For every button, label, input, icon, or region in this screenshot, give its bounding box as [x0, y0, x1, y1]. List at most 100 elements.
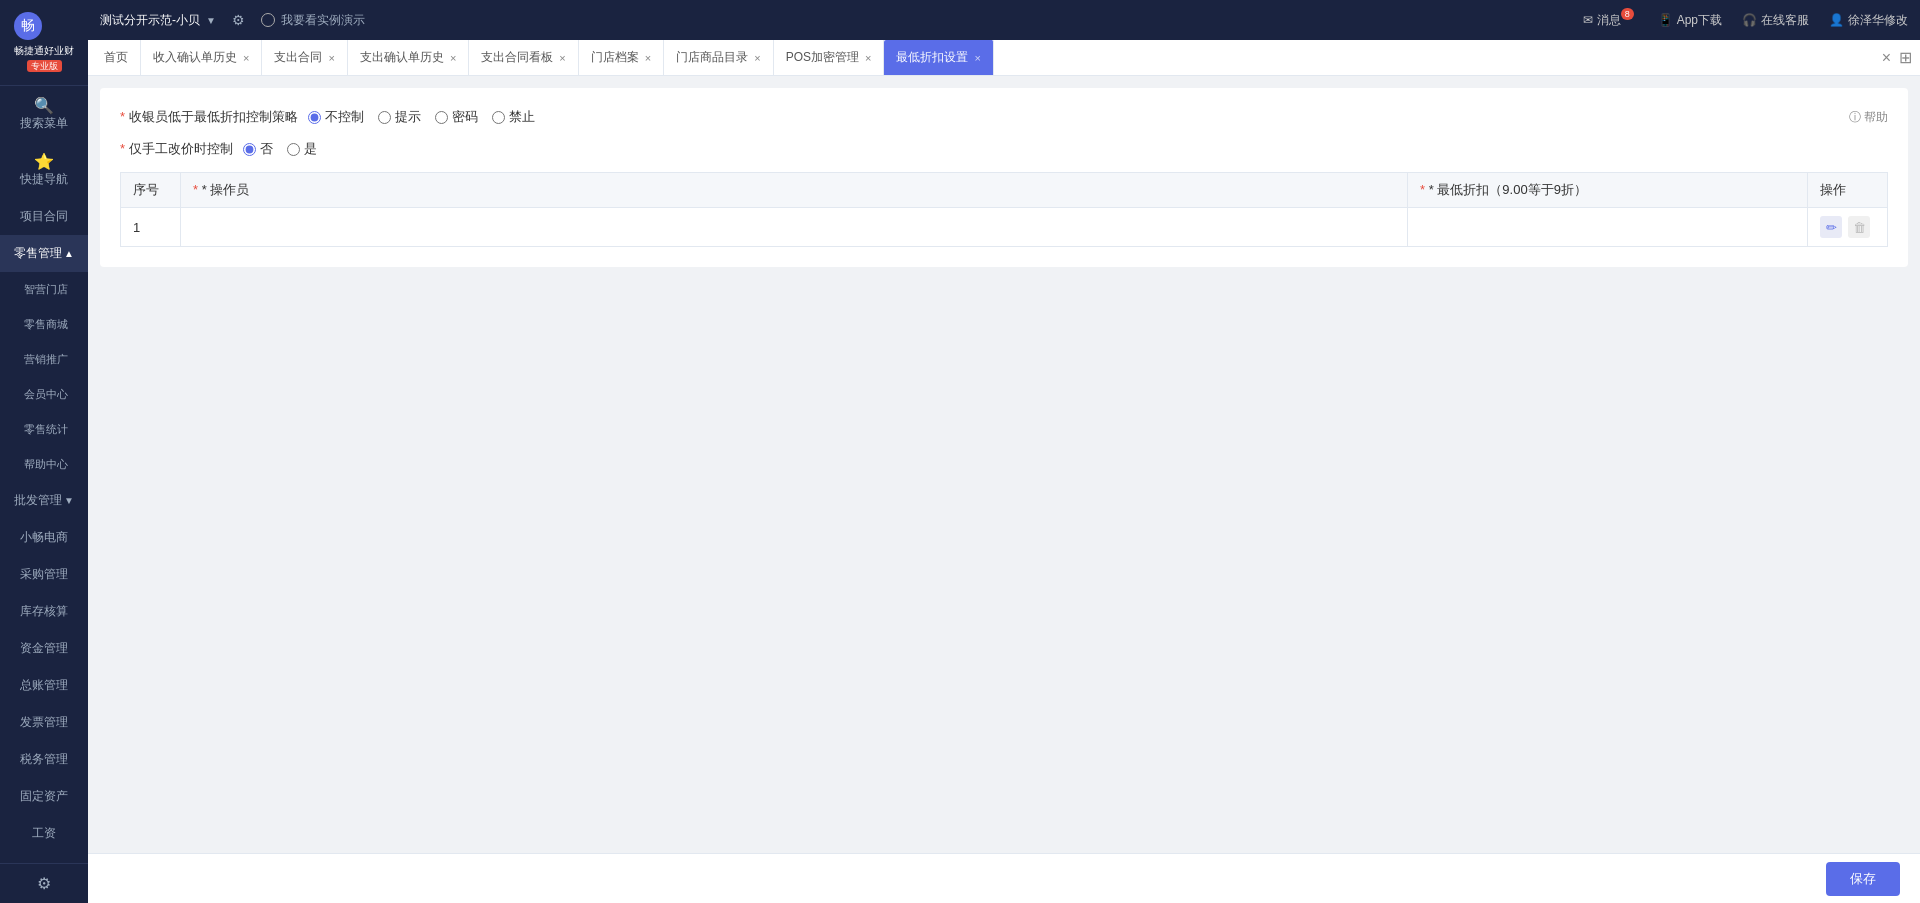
sidebar-settings-btn[interactable]: ⚙ [0, 863, 88, 903]
sidebar-item-project-contract[interactable]: 项目合同 [0, 198, 88, 235]
sidebar-item-purchase[interactable]: 采购管理 [0, 556, 88, 593]
topbar-demo-btn[interactable]: 我要看实例演示 [261, 12, 365, 29]
radio-no-label: 否 [260, 140, 273, 158]
radio-remind-input[interactable] [378, 111, 391, 124]
sidebar-item-retail-stats[interactable]: 零售统计 [0, 412, 88, 447]
delete-icon[interactable]: 🗑 [1848, 216, 1870, 238]
tab-payment-contract-label: 支出合同 [274, 49, 322, 66]
sidebar-item-fixed-assets[interactable]: 固定资产 [0, 778, 88, 815]
row-seq: 1 [121, 208, 181, 247]
radio-remind-label: 提示 [395, 108, 421, 126]
sidebar-item-ledger[interactable]: 总账管理 [0, 667, 88, 704]
radio-no[interactable]: 否 [243, 140, 273, 158]
radio-forbid-label: 禁止 [509, 108, 535, 126]
tab-payment-confirm[interactable]: 支出确认单历史 × [348, 40, 469, 76]
settings-card: 收银员低于最低折扣控制策略 不控制 提示 密码 [100, 88, 1908, 267]
tab-payment-view-close[interactable]: × [559, 52, 565, 64]
control-radio-group: 不控制 提示 密码 禁止 [308, 108, 535, 126]
radio-password[interactable]: 密码 [435, 108, 478, 126]
sidebar-item-search[interactable]: 🔍 搜索菜单 [0, 86, 88, 142]
tab-payment-view-label: 支出合同看板 [481, 49, 553, 66]
sidebar-item-invoice[interactable]: 发票管理 [0, 704, 88, 741]
tab-store-products[interactable]: 门店商品目录 × [664, 40, 773, 76]
tab-payment-view[interactable]: 支出合同看板 × [469, 40, 578, 76]
radio-remind[interactable]: 提示 [378, 108, 421, 126]
sidebar-item-ecommerce[interactable]: 小畅电商 [0, 519, 88, 556]
radio-forbid[interactable]: 禁止 [492, 108, 535, 126]
edit-icon[interactable]: ✏ [1820, 216, 1842, 238]
wholesale-arrow: ▼ [64, 495, 74, 506]
tab-payment-contract[interactable]: 支出合同 × [262, 40, 347, 76]
tab-expand-btn[interactable]: ⊞ [1899, 48, 1912, 67]
sidebar-item-tax[interactable]: 税务管理 [0, 741, 88, 778]
table-row: 1 ✏ 🗑 [121, 208, 1888, 247]
radio-password-label: 密码 [452, 108, 478, 126]
messages-label: 消息 [1597, 12, 1621, 29]
app-download-btn[interactable]: 📱 App下载 [1658, 12, 1722, 29]
tab-min-discount-close[interactable]: × [974, 52, 980, 64]
topbar-gear-btn[interactable]: ⚙ [232, 12, 245, 28]
sidebar-item-help-center[interactable]: 帮助中心 [0, 447, 88, 482]
sidebar-item-finance[interactable]: 资金管理 [0, 630, 88, 667]
tab-pos-manage[interactable]: POS加密管理 × [774, 40, 885, 76]
message-icon: ✉ [1583, 13, 1593, 27]
retail-manage-arrow: ▲ [64, 248, 74, 259]
sidebar-item-marketing[interactable]: 营销推广 [0, 342, 88, 377]
tab-payment-contract-close[interactable]: × [328, 52, 334, 64]
tab-store-archive[interactable]: 门店档案 × [579, 40, 664, 76]
radio-no-control-input[interactable] [308, 111, 321, 124]
messages-btn[interactable]: ✉ 消息 8 [1583, 12, 1638, 29]
sidebar-item-wholesale[interactable]: 批发管理 ▼ [0, 482, 88, 519]
tab-store-products-label: 门店商品目录 [676, 49, 748, 66]
tab-pos-manage-label: POS加密管理 [786, 49, 859, 66]
online-service-btn[interactable]: 🎧 在线客服 [1742, 12, 1809, 29]
tab-income-confirm[interactable]: 收入确认单历史 × [141, 40, 262, 76]
tab-store-archive-close[interactable]: × [645, 52, 651, 64]
tab-income-confirm-close[interactable]: × [243, 52, 249, 64]
tab-payment-confirm-close[interactable]: × [450, 52, 456, 64]
col-operator-header: * 操作员 [181, 173, 1408, 208]
discount-table-wrapper: 序号 * 操作员 * 最低折扣（9.00等于9折） 操作 1 [120, 172, 1888, 247]
sidebar-item-retail-manage[interactable]: 零售管理 ▲ [0, 235, 88, 272]
topbar-project[interactable]: 测试分开示范-小贝 ▼ [100, 12, 216, 29]
save-button[interactable]: 保存 [1826, 862, 1900, 896]
user-btn[interactable]: 👤 徐泽华修改 [1829, 12, 1908, 29]
tab-income-confirm-label: 收入确认单历史 [153, 49, 237, 66]
logo-icon: 畅 [14, 12, 42, 40]
app-download-label: App下载 [1677, 12, 1722, 29]
tab-pos-manage-close[interactable]: × [865, 52, 871, 64]
tab-close-all-btn[interactable]: × [1882, 49, 1891, 67]
topbar-right: ✉ 消息 8 📱 App下载 🎧 在线客服 👤 徐泽华修改 [1583, 12, 1908, 29]
online-service-label: 在线客服 [1761, 12, 1809, 29]
control-label: 收银员低于最低折扣控制策略 [120, 108, 298, 126]
row-discount [1408, 208, 1808, 247]
radio-yes-label: 是 [304, 140, 317, 158]
radio-no-control[interactable]: 不控制 [308, 108, 364, 126]
sidebar-item-member-center[interactable]: 会员中心 [0, 377, 88, 412]
radio-forbid-input[interactable] [492, 111, 505, 124]
radio-yes-input[interactable] [287, 143, 300, 156]
sidebar-item-retail-mall[interactable]: 零售商城 [0, 307, 88, 342]
tab-min-discount[interactable]: 最低折扣设置 × [884, 40, 993, 76]
radio-no-input[interactable] [243, 143, 256, 156]
help-link[interactable]: ⓘ 帮助 [1849, 109, 1888, 126]
tab-home[interactable]: 首页 [92, 40, 141, 76]
sidebar-logo: 畅 畅捷通好业财 专业版 [0, 0, 88, 86]
manual-form-row: 仅手工改价时控制 否 是 [120, 140, 1888, 158]
demo-label: 我要看实例演示 [281, 12, 365, 29]
project-dropdown-icon: ▼ [206, 15, 216, 26]
demo-circle-icon [261, 13, 275, 27]
radio-yes[interactable]: 是 [287, 140, 317, 158]
logo-text: 畅捷通好业财 [14, 44, 74, 57]
sidebar-item-shortcut[interactable]: ⭐ 快捷导航 [0, 142, 88, 198]
manual-radio-group: 否 是 [243, 140, 317, 158]
tab-store-products-close[interactable]: × [754, 52, 760, 64]
sidebar-item-inventory[interactable]: 库存核算 [0, 593, 88, 630]
sidebar-item-smart-store[interactable]: 智营门店 [0, 272, 88, 307]
radio-password-input[interactable] [435, 111, 448, 124]
col-seq-header: 序号 [121, 173, 181, 208]
topbar: 测试分开示范-小贝 ▼ ⚙ 我要看实例演示 ✉ 消息 8 📱 App下载 🎧 在… [88, 0, 1920, 40]
sidebar-item-payroll[interactable]: 工资 [0, 815, 88, 852]
tabbar: 首页 收入确认单历史 × 支出合同 × 支出确认单历史 × 支出合同看板 × 门… [88, 40, 1920, 76]
tab-store-archive-label: 门店档案 [591, 49, 639, 66]
